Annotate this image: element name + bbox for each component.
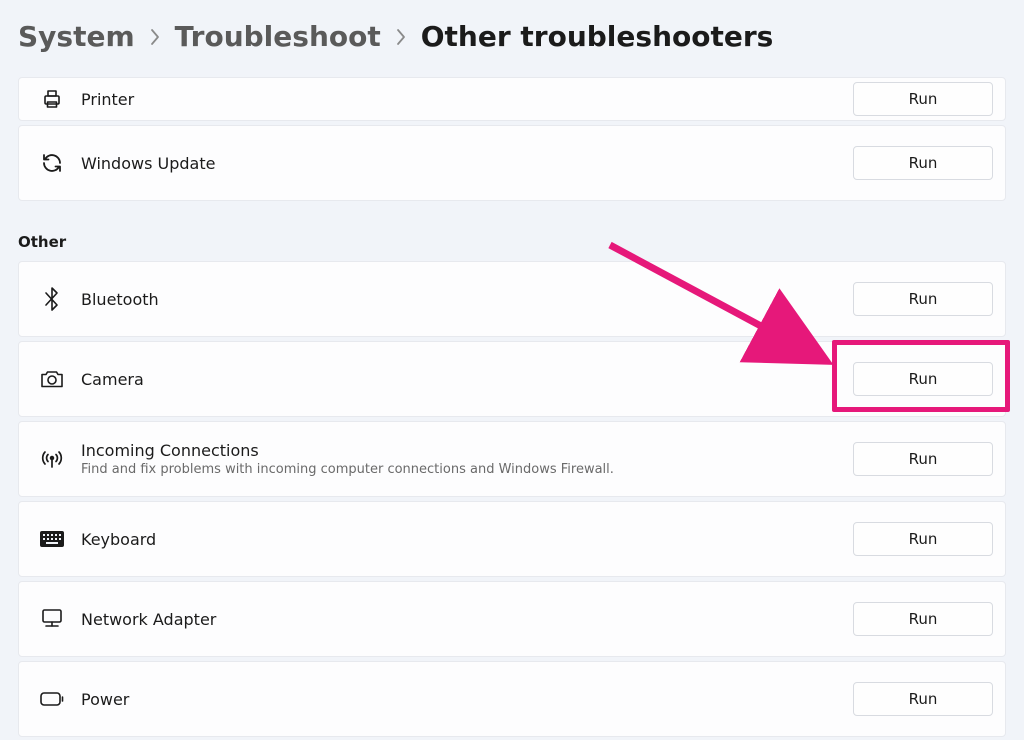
breadcrumb-system[interactable]: System [18, 20, 135, 53]
troubleshooter-row-camera: Camera Run [18, 341, 1006, 417]
section-heading-other: Other [0, 205, 1024, 261]
breadcrumb: System Troubleshoot Other troubleshooter… [0, 0, 1024, 77]
troubleshooter-subtitle: Find and fix problems with incoming comp… [81, 462, 853, 477]
run-button-power[interactable]: Run [853, 682, 993, 716]
chevron-right-icon [149, 28, 161, 46]
broadcast-icon [31, 448, 73, 470]
chevron-right-icon [395, 28, 407, 46]
run-button-windows-update[interactable]: Run [853, 146, 993, 180]
troubleshooter-list-other: Bluetooth Run Camera Run I [0, 261, 1024, 737]
troubleshooter-title: Windows Update [81, 154, 853, 173]
bluetooth-icon [31, 286, 73, 312]
breadcrumb-other-troubleshooters: Other troubleshooters [421, 20, 774, 53]
printer-icon [31, 87, 73, 111]
troubleshooter-title: Printer [81, 90, 853, 109]
keyboard-icon [31, 530, 73, 548]
run-button-keyboard[interactable]: Run [853, 522, 993, 556]
run-button-camera[interactable]: Run [853, 362, 993, 396]
breadcrumb-troubleshoot[interactable]: Troubleshoot [175, 20, 381, 53]
troubleshooter-title: Keyboard [81, 530, 853, 549]
troubleshooter-row-keyboard: Keyboard Run [18, 501, 1006, 577]
troubleshooter-row-windows-update: Windows Update Run [18, 125, 1006, 201]
troubleshooter-title: Camera [81, 370, 853, 389]
run-button-network-adapter[interactable]: Run [853, 602, 993, 636]
sync-icon [31, 151, 73, 175]
camera-icon [31, 368, 73, 390]
run-button-printer[interactable]: Run [853, 82, 993, 116]
troubleshooter-title: Bluetooth [81, 290, 853, 309]
troubleshooter-title: Incoming Connections [81, 441, 853, 460]
network-adapter-icon [31, 608, 73, 630]
run-button-bluetooth[interactable]: Run [853, 282, 993, 316]
run-button-incoming-connections[interactable]: Run [853, 442, 993, 476]
troubleshooter-row-bluetooth: Bluetooth Run [18, 261, 1006, 337]
troubleshooter-row-network-adapter: Network Adapter Run [18, 581, 1006, 657]
troubleshooter-row-power: Power Run [18, 661, 1006, 737]
troubleshooter-list-top: Printer Run Windows Update Run [0, 77, 1024, 201]
troubleshooter-row-incoming-connections: Incoming Connections Find and fix proble… [18, 421, 1006, 497]
troubleshooter-title: Power [81, 690, 853, 709]
troubleshooter-row-printer: Printer Run [18, 77, 1006, 121]
troubleshooter-title: Network Adapter [81, 610, 853, 629]
power-icon [31, 691, 73, 707]
